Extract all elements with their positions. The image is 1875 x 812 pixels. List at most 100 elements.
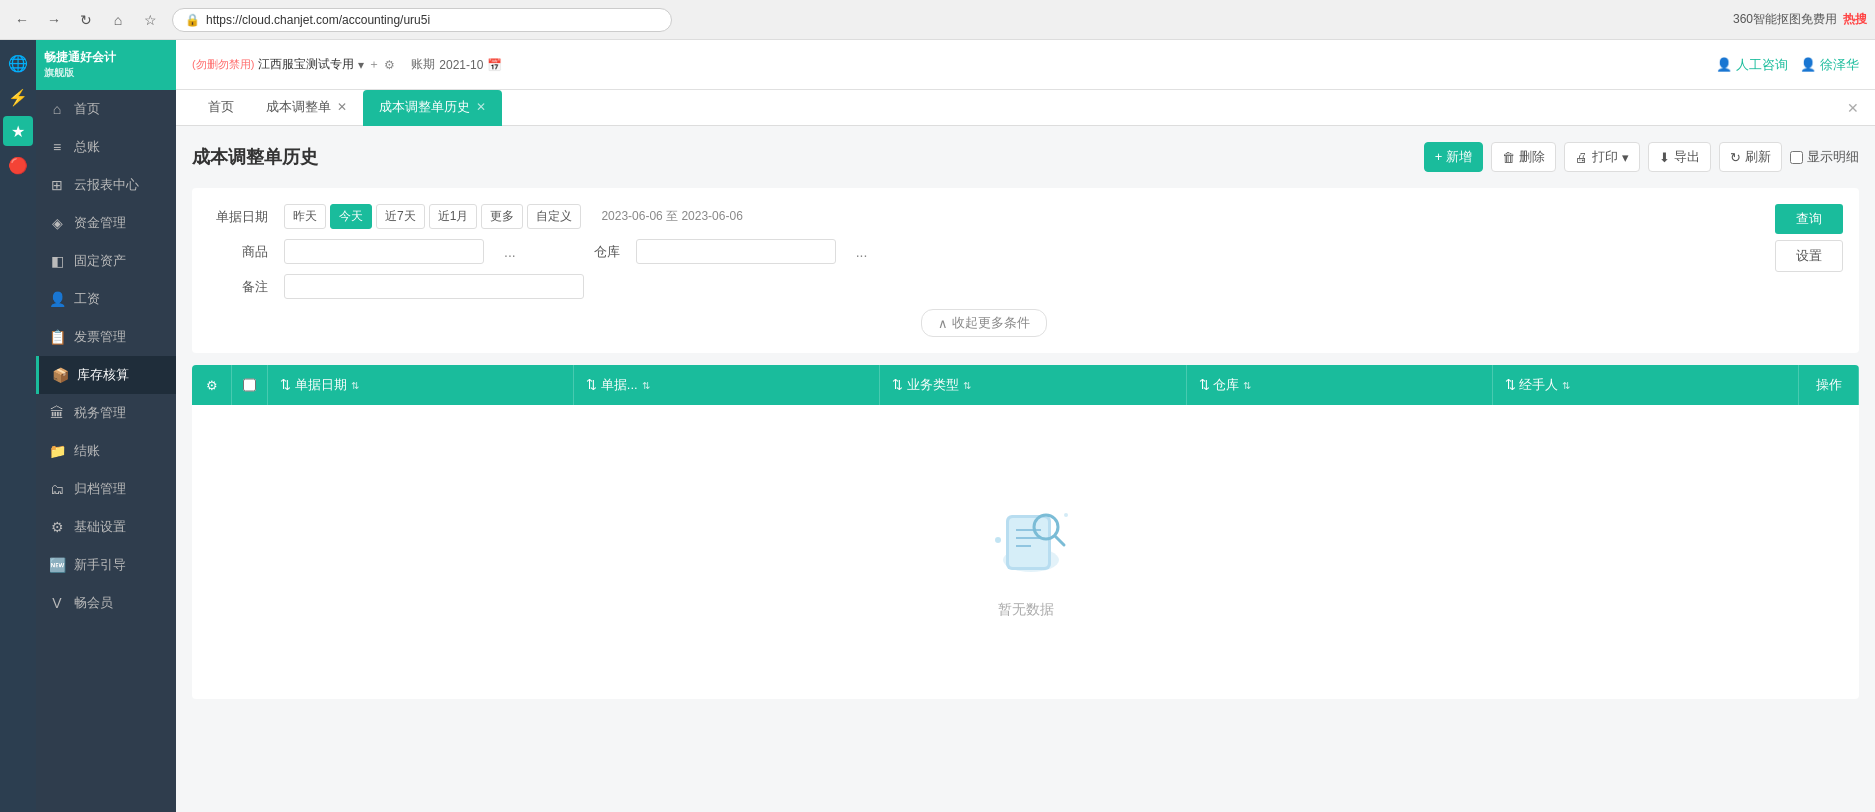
lock-icon: 🔒 (185, 13, 200, 27)
filter-sidebar-buttons: 查询 设置 (1759, 204, 1843, 337)
iconbar-item-2[interactable]: ⚡ (3, 82, 33, 112)
calendar-icon[interactable]: 📅 (487, 58, 502, 72)
date-btn-yesterday[interactable]: 昨天 (284, 204, 326, 229)
home-button[interactable]: ⌂ (104, 6, 132, 34)
th-date-label: ⇅ 单据日期 (280, 376, 347, 394)
th-date[interactable]: ⇅ 单据日期 (268, 365, 574, 405)
goods-filter-input[interactable] (284, 239, 484, 264)
select-all-checkbox[interactable] (243, 377, 256, 393)
print-dropdown-icon: ▾ (1622, 150, 1629, 165)
sidebar-item-fixed[interactable]: ◧ 固定资产 (36, 242, 176, 280)
address-bar[interactable]: 🔒 https://cloud.chanjet.com/accounting/u… (172, 8, 672, 32)
th-gear[interactable]: ⚙ (192, 365, 232, 405)
iconbar-item-1[interactable]: 🌐 (3, 48, 33, 78)
refresh-button[interactable]: ↻ 刷新 (1719, 142, 1782, 172)
export-button[interactable]: ⬇ 导出 (1648, 142, 1711, 172)
tax-icon: 🏛 (48, 405, 66, 421)
browser-chrome: ← → ↻ ⌂ ☆ 🔒 https://cloud.chanjet.com/ac… (0, 0, 1875, 40)
top-bar: (勿删勿禁用) 江西服宝测试专用 ▾ ＋ ⚙ 账期 2021-10 📅 👤 人工… (176, 40, 1875, 90)
filter-actions-row: ∧ 收起更多条件 (208, 309, 1759, 337)
user-profile-btn[interactable]: 👤 徐泽华 (1800, 56, 1859, 74)
svg-point-9 (1064, 513, 1068, 517)
th-num[interactable]: ⇅ 单据... (574, 365, 880, 405)
display-columns-toggle[interactable]: 显示明细 (1790, 148, 1859, 166)
sidebar-item-guide[interactable]: 🆕 新手引导 (36, 546, 176, 584)
empty-state: 暂无数据 (192, 405, 1859, 699)
display-columns-checkbox[interactable] (1790, 151, 1803, 164)
tab-cost-adjust-close[interactable]: ✕ (337, 100, 347, 114)
date-btn-more[interactable]: 更多 (481, 204, 523, 229)
org-warning: (勿删勿禁用) (192, 57, 254, 72)
th-checkbox[interactable] (232, 365, 268, 405)
table-wrapper: ⚙ ⇅ 单据日期 ⇅ 单据... ⇅ 业务类型 ⇅ 仓库 (192, 365, 1859, 699)
date-range-display: 2023-06-06 至 2023-06-06 (601, 208, 742, 225)
filter-settings-button[interactable]: 设置 (1775, 240, 1843, 272)
page-title: 成本调整单历史 (192, 145, 318, 169)
hot-label: 热搜 (1843, 11, 1867, 28)
reload-button[interactable]: ↻ (72, 6, 100, 34)
bookmark-button[interactable]: ☆ (136, 6, 164, 34)
sidebar-label-invoice: 发票管理 (74, 328, 126, 346)
sidebar-item-tax[interactable]: 🏛 税务管理 (36, 394, 176, 432)
tab-cost-adjust-history[interactable]: 成本调整单历史 ✕ (363, 90, 502, 126)
tab-cost-adjust-history-close[interactable]: ✕ (476, 100, 486, 114)
new-button[interactable]: + 新增 (1424, 142, 1483, 172)
th-handler-label: ⇅ 经手人 (1505, 376, 1559, 394)
sidebar-item-reports[interactable]: ⊞ 云报表中心 (36, 166, 176, 204)
date-btn-1month[interactable]: 近1月 (429, 204, 478, 229)
collapse-icon: ∧ (938, 316, 948, 331)
tab-bar-close-btn[interactable]: ✕ (1847, 100, 1859, 116)
sidebar-item-salary[interactable]: 👤 工资 (36, 280, 176, 318)
sidebar-label-funds: 资金管理 (74, 214, 126, 232)
back-button[interactable]: ← (8, 6, 36, 34)
tab-cost-adjust[interactable]: 成本调整单 ✕ (250, 90, 363, 126)
filter-row-date: 单据日期 昨天 今天 近7天 近1月 更多 自定义 2023-06-06 至 2… (208, 204, 1759, 229)
date-btn-7days[interactable]: 近7天 (376, 204, 425, 229)
sidebar-item-ledger[interactable]: ≡ 总账 (36, 128, 176, 166)
sidebar-item-inventory[interactable]: 📦 库存核算 (36, 356, 176, 394)
refresh-label: 刷新 (1745, 148, 1771, 166)
th-handler[interactable]: ⇅ 经手人 (1493, 365, 1799, 405)
sidebar-item-archive[interactable]: 🗂 归档管理 (36, 470, 176, 508)
goods-dots-btn[interactable]: ... (500, 244, 520, 260)
sidebar-item-settings[interactable]: ⚙ 基础设置 (36, 508, 176, 546)
org-selector[interactable]: (勿删勿禁用) 江西服宝测试专用 ▾ ＋ ⚙ (192, 56, 395, 73)
filter-row-remark: 备注 (208, 274, 1759, 299)
tab-home[interactable]: 首页 (192, 90, 250, 126)
sidebar-label-home: 首页 (74, 100, 100, 118)
member-icon: V (48, 595, 66, 611)
warehouse-dots-btn[interactable]: ... (852, 244, 872, 260)
iconbar-item-4[interactable]: 🔴 (3, 150, 33, 180)
user-avatar-icon: 👤 (1800, 57, 1816, 72)
sidebar-label-archive: 归档管理 (74, 480, 126, 498)
collapse-filter-btn[interactable]: ∧ 收起更多条件 (921, 309, 1047, 337)
th-type[interactable]: ⇅ 业务类型 (880, 365, 1186, 405)
settings-org-icon[interactable]: ⚙ (384, 58, 395, 72)
svg-line-7 (1055, 536, 1064, 545)
sidebar-item-home[interactable]: ⌂ 首页 (36, 90, 176, 128)
query-button[interactable]: 查询 (1775, 204, 1843, 234)
collapse-label: 收起更多条件 (952, 314, 1030, 332)
user-service-btn[interactable]: 👤 人工咨询 (1716, 56, 1788, 74)
date-btn-today[interactable]: 今天 (330, 204, 372, 229)
sidebar-item-member[interactable]: V 畅会员 (36, 584, 176, 622)
filter-row-goods-warehouse: 商品 ... 仓库 ... (208, 239, 1759, 264)
sidebar-item-closing[interactable]: 📁 结账 (36, 432, 176, 470)
delete-button[interactable]: 🗑 删除 (1491, 142, 1556, 172)
user-name: 徐泽华 (1820, 56, 1859, 74)
date-btn-custom[interactable]: 自定义 (527, 204, 581, 229)
sidebar-item-funds[interactable]: ◈ 资金管理 (36, 204, 176, 242)
th-warehouse[interactable]: ⇅ 仓库 (1187, 365, 1493, 405)
closing-icon: 📁 (48, 443, 66, 459)
iconbar-item-3[interactable]: ★ (3, 116, 33, 146)
remark-filter-input[interactable] (284, 274, 584, 299)
forward-button[interactable]: → (40, 6, 68, 34)
sidebar-item-invoice[interactable]: 📋 发票管理 (36, 318, 176, 356)
address-url: https://cloud.chanjet.com/accounting/uru… (206, 13, 430, 27)
page-actions: + 新增 🗑 删除 🖨 打印 ▾ ⬇ 导出 ↻ (1424, 142, 1859, 172)
print-button[interactable]: 🖨 打印 ▾ (1564, 142, 1640, 172)
svg-point-8 (995, 537, 1001, 543)
guide-icon: 🆕 (48, 557, 66, 573)
warehouse-filter-input[interactable] (636, 239, 836, 264)
add-org-icon[interactable]: ＋ (368, 56, 380, 73)
